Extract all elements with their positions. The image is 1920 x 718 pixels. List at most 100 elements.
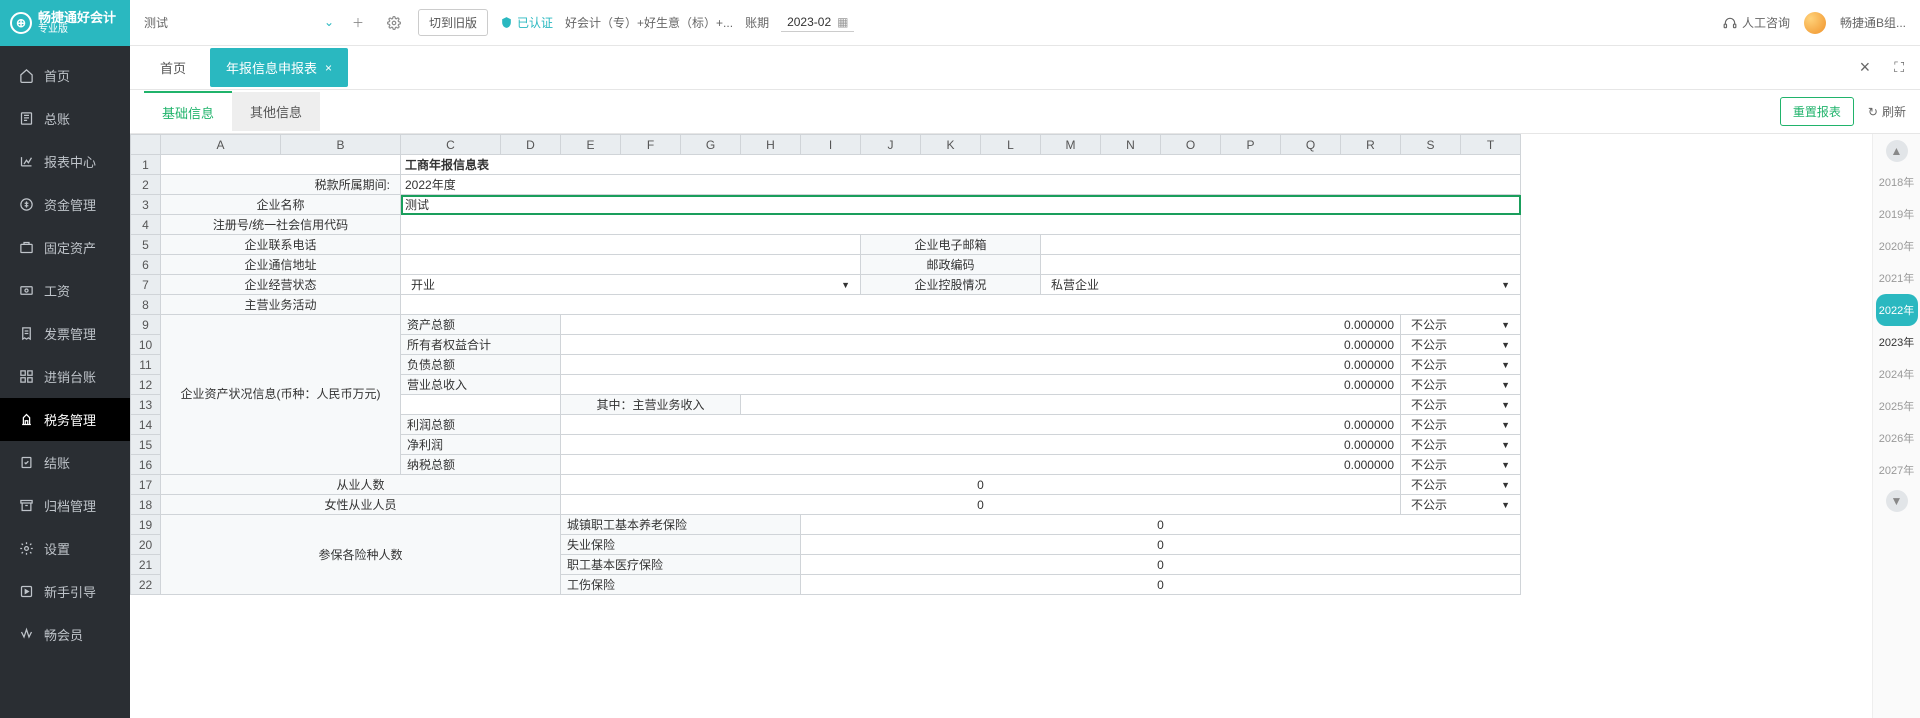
sidebar-item-1[interactable]: 总账 <box>0 97 130 140</box>
close-icon[interactable]: × <box>325 61 332 75</box>
col-S[interactable]: S <box>1401 135 1461 155</box>
company-name-cell[interactable]: 测试 <box>401 195 1521 215</box>
sidebar-item-6[interactable]: 发票管理 <box>0 312 130 355</box>
fin-value-1[interactable]: 0.000000 <box>561 335 1401 355</box>
support-link[interactable]: 人工咨询 <box>1723 14 1790 31</box>
fin2-pub-0[interactable]: 不公示▼ <box>1401 415 1521 435</box>
fin-pub-0[interactable]: 不公示▼ <box>1401 315 1521 335</box>
main-biz-cell[interactable] <box>401 295 1521 315</box>
switch-old-button[interactable]: 切到旧版 <box>418 9 488 36</box>
col-M[interactable]: M <box>1041 135 1101 155</box>
avatar[interactable] <box>1804 12 1826 34</box>
col-A[interactable]: A <box>161 135 281 155</box>
fin2-pub-1[interactable]: 不公示▼ <box>1401 435 1521 455</box>
fin2-pub-2[interactable]: 不公示▼ <box>1401 455 1521 475</box>
year-2022年[interactable]: 2022年 <box>1876 294 1918 326</box>
subtab-basic[interactable]: 基础信息 <box>144 91 232 132</box>
fin-pub-1[interactable]: 不公示▼ <box>1401 335 1521 355</box>
year-2024年[interactable]: 2024年 <box>1876 358 1918 390</box>
col-Q[interactable]: Q <box>1281 135 1341 155</box>
company-selector[interactable]: 测试 ⌄ <box>144 14 334 32</box>
col-D[interactable]: D <box>501 135 561 155</box>
sub-income-value[interactable] <box>741 395 1401 415</box>
col-E[interactable]: E <box>561 135 621 155</box>
sidebar-item-0[interactable]: 首页 <box>0 54 130 97</box>
col-T[interactable]: T <box>1461 135 1521 155</box>
fin-pub-2[interactable]: 不公示▼ <box>1401 355 1521 375</box>
gear-icon[interactable] <box>382 11 406 35</box>
sidebar-item-12[interactable]: 新手引导 <box>0 570 130 613</box>
address-cell[interactable] <box>401 255 861 275</box>
ins-value-2[interactable]: 0 <box>801 555 1521 575</box>
year-2025年[interactable]: 2025年 <box>1876 390 1918 422</box>
close-all-button[interactable]: × <box>1852 53 1879 82</box>
fullscreen-icon[interactable]: ⛶ <box>1888 55 1910 80</box>
tab-home[interactable]: 首页 <box>144 48 202 87</box>
year-2019年[interactable]: 2019年 <box>1876 198 1918 230</box>
sidebar-item-8[interactable]: 税务管理 <box>0 398 130 441</box>
sidebar-item-10[interactable]: 归档管理 <box>0 484 130 527</box>
sidebar-item-7[interactable]: 进销台账 <box>0 355 130 398</box>
biz-status-cell[interactable]: 开业▼ <box>401 275 861 295</box>
col-J[interactable]: J <box>861 135 921 155</box>
ins-value-1[interactable]: 0 <box>801 535 1521 555</box>
col-L[interactable]: L <box>981 135 1041 155</box>
fin-value-2[interactable]: 0.000000 <box>561 355 1401 375</box>
col-B[interactable]: B <box>281 135 401 155</box>
employee-value[interactable]: 0 <box>561 475 1401 495</box>
spreadsheet[interactable]: ABCDEFGHIJKLMNOPQRST1工商年报信息表2税款所属期间:2022… <box>130 134 1872 718</box>
fin-value-0[interactable]: 0.000000 <box>561 315 1401 335</box>
reset-button[interactable]: 重置报表 <box>1780 97 1854 126</box>
sidebar-item-13[interactable]: 畅会员 <box>0 613 130 656</box>
period-selector[interactable]: 2023-02 ▦ <box>781 13 854 32</box>
sidebar-item-2[interactable]: 报表中心 <box>0 140 130 183</box>
email-cell[interactable] <box>1041 235 1521 255</box>
col-K[interactable]: K <box>921 135 981 155</box>
female-pub[interactable]: 不公示▼ <box>1401 495 1521 515</box>
col-C[interactable]: C <box>401 135 501 155</box>
col-G[interactable]: G <box>681 135 741 155</box>
employee-pub[interactable]: 不公示▼ <box>1401 475 1521 495</box>
female-value[interactable]: 0 <box>561 495 1401 515</box>
year-2020年[interactable]: 2020年 <box>1876 230 1918 262</box>
fin-pub-3[interactable]: 不公示▼ <box>1401 375 1521 395</box>
col-R[interactable]: R <box>1341 135 1401 155</box>
year-2018年[interactable]: 2018年 <box>1876 166 1918 198</box>
sub-income-pub[interactable]: 不公示▼ <box>1401 395 1521 415</box>
fin-value-3[interactable]: 0.000000 <box>561 375 1401 395</box>
col-F[interactable]: F <box>621 135 681 155</box>
col-I[interactable]: I <box>801 135 861 155</box>
year-down-button[interactable]: ▼ <box>1886 490 1908 512</box>
year-up-button[interactable]: ▲ <box>1886 140 1908 162</box>
tab-annual-report[interactable]: 年报信息申报表 × <box>210 48 348 87</box>
col-N[interactable]: N <box>1101 135 1161 155</box>
sidebar-item-4[interactable]: 固定资产 <box>0 226 130 269</box>
col-O[interactable]: O <box>1161 135 1221 155</box>
fin2-value-1[interactable]: 0.000000 <box>561 435 1401 455</box>
postcode-cell[interactable] <box>1041 255 1521 275</box>
sidebar-item-11[interactable]: 设置 <box>0 527 130 570</box>
add-button[interactable]: ＋ <box>346 11 370 35</box>
tax-period-value[interactable]: 2022年度 <box>401 175 1521 195</box>
refresh-button[interactable]: ↻ 刷新 <box>1868 103 1906 120</box>
phone-cell[interactable] <box>401 235 861 255</box>
fin2-value-0[interactable]: 0.000000 <box>561 415 1401 435</box>
holding-cell[interactable]: 私营企业▼ <box>1041 275 1521 295</box>
subtab-other[interactable]: 其他信息 <box>232 92 320 131</box>
sidebar-item-9[interactable]: 结账 <box>0 441 130 484</box>
sidebar-item-5[interactable]: 工资 <box>0 269 130 312</box>
brand-logo[interactable]: ⊕ 畅捷通好会计 专业版 <box>0 0 130 46</box>
year-2023年[interactable]: 2023年 <box>1876 326 1918 358</box>
col-P[interactable]: P <box>1221 135 1281 155</box>
sidebar-item-3[interactable]: 资金管理 <box>0 183 130 226</box>
year-2026年[interactable]: 2026年 <box>1876 422 1918 454</box>
corner-cell[interactable] <box>131 135 161 155</box>
col-H[interactable]: H <box>741 135 801 155</box>
fin2-value-2[interactable]: 0.000000 <box>561 455 1401 475</box>
username[interactable]: 畅捷通B组... <box>1840 14 1906 31</box>
reg-no-cell[interactable] <box>401 215 1521 235</box>
year-2027年[interactable]: 2027年 <box>1876 454 1918 486</box>
year-2021年[interactable]: 2021年 <box>1876 262 1918 294</box>
ins-value-3[interactable]: 0 <box>801 575 1521 595</box>
ins-value-0[interactable]: 0 <box>801 515 1521 535</box>
